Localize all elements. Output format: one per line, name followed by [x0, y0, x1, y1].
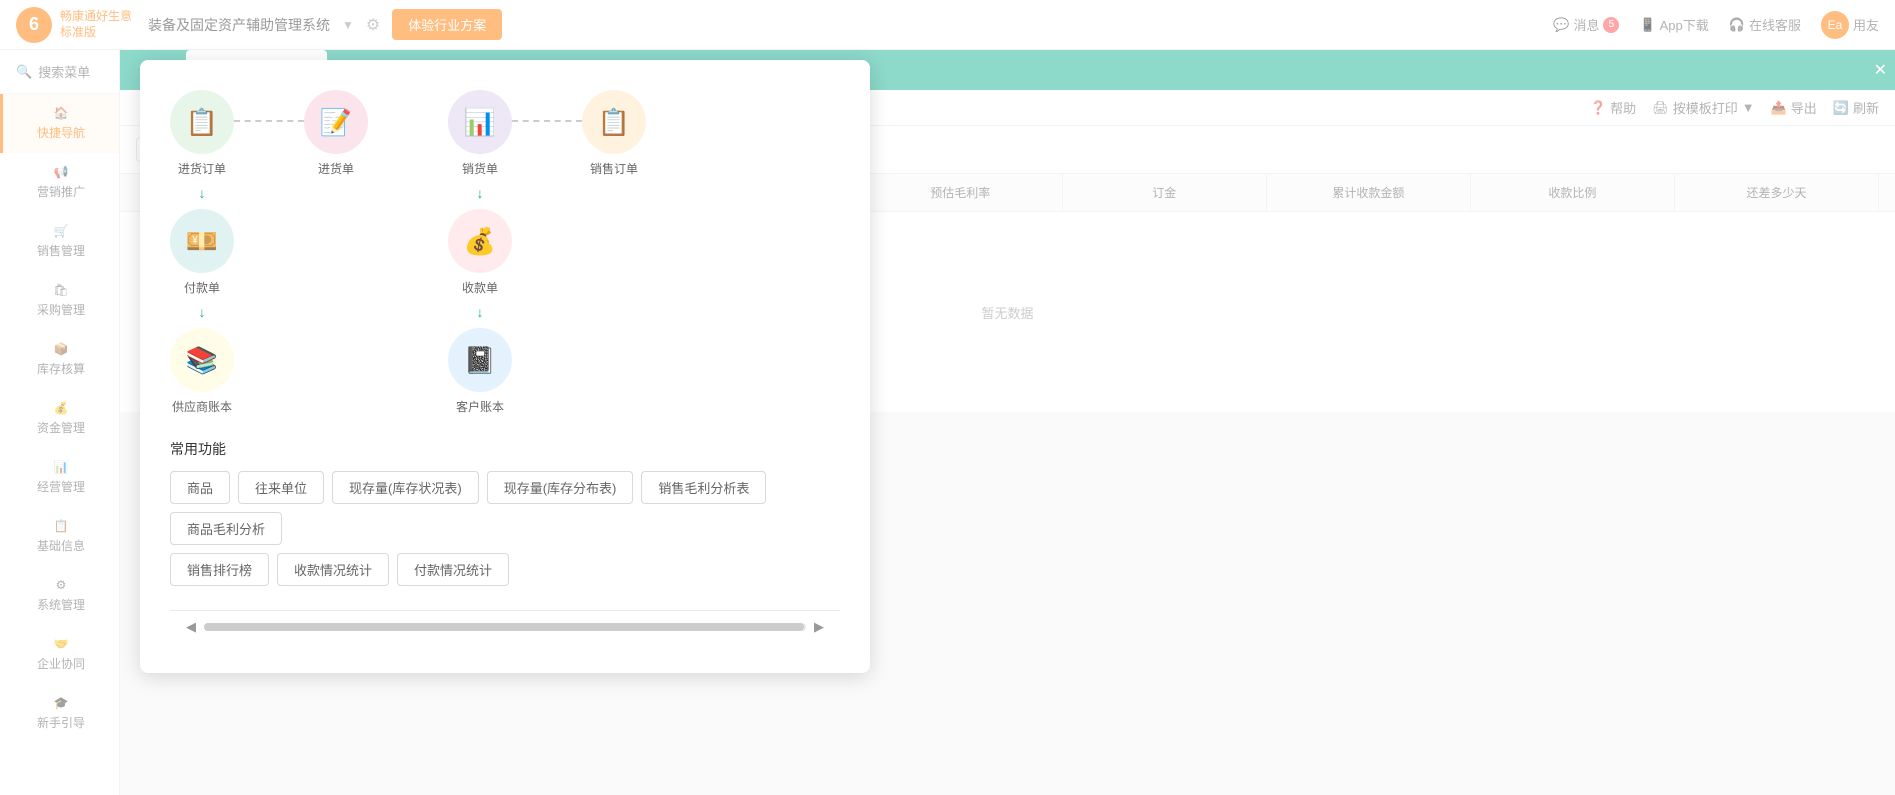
common-btn-unit[interactable]: 往来单位	[238, 471, 324, 504]
arrow-down-3: ↓	[199, 304, 206, 320]
flow-item-sale-bill[interactable]: 📊 销货单	[448, 90, 512, 177]
common-buttons: 商品 往来单位 现存量(库存状况表) 现存量(库存分布表) 销售毛利分析表 商品…	[170, 471, 840, 545]
common-btn-sales-profit[interactable]: 销售毛利分析表	[641, 471, 766, 504]
scroll-left-icon[interactable]: ◀	[186, 619, 196, 635]
flow-item-payment[interactable]: 💴 付款单	[170, 209, 234, 296]
supplier-ledger-circle: 📚	[170, 328, 234, 392]
scrollbar-thumb[interactable]	[204, 623, 804, 631]
payment-label: 付款单	[184, 279, 220, 296]
sale-bill-circle: 📊	[448, 90, 512, 154]
common-btn-sales-rank[interactable]: 销售排行榜	[170, 553, 269, 586]
flow-diagram-section: 📋 进货订单 ↓ 💴 付款单 ↓	[170, 90, 840, 415]
sale-order-circle: 📋	[582, 90, 646, 154]
customer-ledger-circle: 📓	[448, 328, 512, 392]
common-functions-section: 常用功能 商品 往来单位 现存量(库存状况表) 现存量(库存分布表) 销售毛利分…	[170, 439, 840, 586]
scrollbar-track	[204, 623, 806, 631]
main-layout: 🔍 搜索菜单 🏠 快捷导航 📢 营销推广 🛒 销售管理 🛍 采购管理 📦	[0, 50, 1895, 795]
common-btn-inventory-status[interactable]: 现存量(库存状况表)	[332, 471, 479, 504]
flow-item-purchase-order[interactable]: 📋 进货订单	[170, 90, 234, 177]
flow-item-purchase-bill[interactable]: 📝 进货单	[304, 90, 368, 177]
flow-item-receipt[interactable]: 💰 收款单	[448, 209, 512, 296]
scroll-area: ◀ ▶	[170, 610, 840, 643]
flow-item-sale-order[interactable]: 📋 销售订单	[582, 90, 646, 177]
receipt-label: 收款单	[462, 279, 498, 296]
purchase-bill-circle: 📝	[304, 90, 368, 154]
supplier-ledger-label: 供应商账本	[172, 398, 232, 415]
common-buttons-row2: 销售排行榜 收款情况统计 付款情况统计	[170, 553, 840, 586]
page-content-bg: ❓ 帮助 🖨 按模板打印 ▼ 📤 导出 🔄 刷新	[120, 90, 1895, 795]
common-btn-inventory-dist[interactable]: 现存量(库存分布表)	[487, 471, 634, 504]
common-btn-receipt-stats[interactable]: 收款情况统计	[277, 553, 389, 586]
common-btn-payment-stats[interactable]: 付款情况统计	[397, 553, 509, 586]
customer-ledger-label: 客户账本	[456, 398, 504, 415]
arrow-down-4: ↓	[477, 304, 484, 320]
flow-col-purchase-bill: 📝 进货单	[304, 90, 368, 177]
flow-diagram: 📋 进货订单 ↓ 💴 付款单 ↓	[170, 90, 840, 415]
payment-circle: 💴	[170, 209, 234, 273]
flow-col-left: 📋 进货订单 ↓ 💴 付款单 ↓	[170, 90, 234, 415]
receipt-circle: 💰	[448, 209, 512, 273]
sale-order-label: 销售订单	[590, 160, 638, 177]
arrow-down-2: ↓	[477, 185, 484, 201]
common-btn-product-profit[interactable]: 商品毛利分析	[170, 512, 282, 545]
content-area: 首页 销售订单执行表 ✕ ✕ ❓ 帮助 🖨 按模板打印 ▼	[120, 50, 1895, 795]
flow-col-sale-order: 📋 销售订单	[582, 90, 646, 177]
flow-item-supplier-ledger[interactable]: 📚 供应商账本	[170, 328, 234, 415]
purchase-bill-label: 进货单	[318, 160, 354, 177]
flow-item-customer-ledger[interactable]: 📓 客户账本	[448, 328, 512, 415]
flow-col-sale-bill: 📊 销货单 ↓ 💰 收款单 ↓	[448, 90, 512, 415]
arrow-down-1: ↓	[199, 185, 206, 201]
sale-bill-label: 销货单	[462, 160, 498, 177]
scroll-right-icon[interactable]: ▶	[814, 619, 824, 635]
purchase-order-label: 进货订单	[178, 160, 226, 177]
common-btn-product[interactable]: 商品	[170, 471, 230, 504]
quick-panel: 📋 进货订单 ↓ 💴 付款单 ↓	[140, 60, 870, 673]
purchase-order-circle: 📋	[170, 90, 234, 154]
common-section-title: 常用功能	[170, 439, 840, 459]
